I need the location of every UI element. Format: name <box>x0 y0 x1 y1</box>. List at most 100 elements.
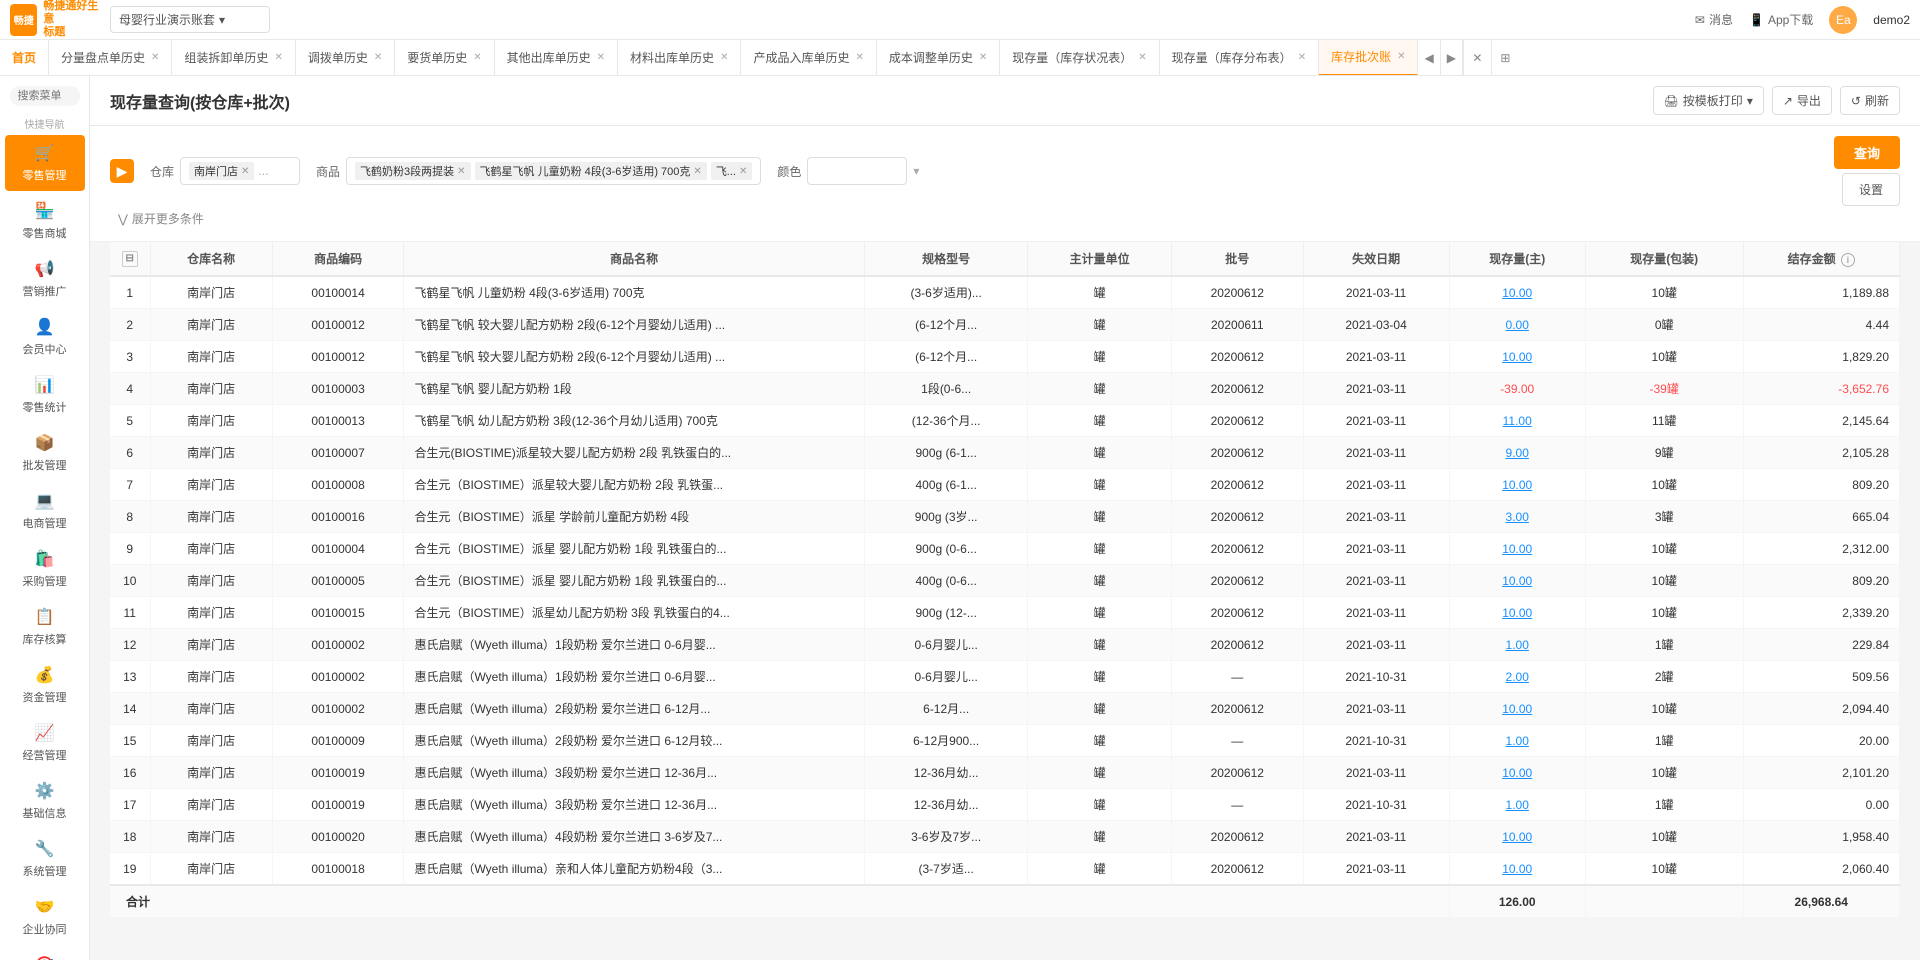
account-selector[interactable]: 母婴行业演示账套 ▾ <box>110 6 270 33</box>
row-expiry: 2021-03-11 <box>1303 853 1449 886</box>
table-row: 15 南岸门店 00100009 惠氏启赋（Wyeth illuma）2段奶粉 … <box>110 725 1900 757</box>
row-qty-main[interactable]: 1.00 <box>1449 629 1585 661</box>
sidebar-item-ji-chu[interactable]: ⚙️ 基础信息 <box>5 773 85 829</box>
sidebar-item-cai-gou[interactable]: 🛍️ 采购管理 <box>5 541 85 597</box>
row-amount: 2,094.40 <box>1743 693 1900 725</box>
app-download-btn[interactable]: 📱 App下载 <box>1749 11 1813 28</box>
tab-close[interactable]: ✕ <box>855 52 863 63</box>
tab-diao-bo[interactable]: 调拨单历史 ✕ <box>296 40 395 76</box>
tab-fen-pan[interactable]: 分量盘点单历史 ✕ <box>49 40 172 76</box>
sidebar-item-xin-shou[interactable]: 🎯 新手引导 <box>5 947 85 960</box>
expand-more-btn[interactable]: ⋁ 展开更多条件 <box>110 206 1900 231</box>
tab-close[interactable]: ✕ <box>151 52 159 63</box>
tab-close[interactable]: ✕ <box>1397 51 1405 62</box>
sidebar-item-dian-shang[interactable]: 💻 电商管理 <box>5 483 85 539</box>
sidebar-item-jing-ying[interactable]: 📈 经营管理 <box>5 715 85 771</box>
tab-close[interactable]: ✕ <box>720 52 728 63</box>
tag-remove[interactable]: ✕ <box>457 166 465 177</box>
row-qty-main[interactable]: 10.00 <box>1449 597 1585 629</box>
row-qty-main[interactable]: 10.00 <box>1449 276 1585 309</box>
row-amount: 2,312.00 <box>1743 533 1900 565</box>
tag-remove[interactable]: ✕ <box>241 166 249 177</box>
sidebar-item-pi-fa[interactable]: 📦 批发管理 <box>5 425 85 481</box>
row-qty-main[interactable]: 10.00 <box>1449 693 1585 725</box>
filter-expand-btn[interactable]: ▶ <box>110 159 134 183</box>
sidebar-item-xi-tong[interactable]: 🔧 系统管理 <box>5 831 85 887</box>
messages-btn[interactable]: ✉ 消息 <box>1695 11 1733 28</box>
sidebar-item-hui-yuan[interactable]: 👤 会员中心 <box>5 309 85 365</box>
row-qty-main[interactable]: 2.00 <box>1449 661 1585 693</box>
tab-close[interactable]: ✕ <box>597 52 605 63</box>
settings-icon[interactable]: ⊟ <box>122 251 138 267</box>
sidebar-item-ling-shou-mall[interactable]: 🏪 零售商城 <box>5 193 85 249</box>
row-unit: 罐 <box>1028 341 1171 373</box>
tag-remove[interactable]: ✕ <box>739 166 747 177</box>
tab-yao-huo[interactable]: 要货单历史 ✕ <box>395 40 494 76</box>
tab-close[interactable]: ✕ <box>374 52 382 63</box>
row-qty-main[interactable]: -39.00 <box>1449 373 1585 405</box>
row-qty-main[interactable]: 1.00 <box>1449 725 1585 757</box>
row-qty-main[interactable]: 10.00 <box>1449 853 1585 886</box>
tag-remove[interactable]: ✕ <box>693 166 701 177</box>
sidebar-item-ling-shou[interactable]: 🛒 零售管理 <box>5 135 85 191</box>
row-name: 合生元（BIOSTIME）派星 学龄前儿童配方奶粉 4段 <box>404 501 864 533</box>
tab-pi-ci[interactable]: 库存批次账 ✕ <box>1319 40 1418 76</box>
tab-close[interactable]: ✕ <box>473 52 481 63</box>
tab-close[interactable]: ✕ <box>1298 52 1306 63</box>
row-no: 3 <box>110 341 150 373</box>
tab-chan-pin-ru[interactable]: 产成品入库单历史 ✕ <box>741 40 876 76</box>
row-qty-main[interactable]: 0.00 <box>1449 309 1585 341</box>
settings-button[interactable]: 设置 <box>1842 173 1900 206</box>
search-input[interactable] <box>10 86 80 106</box>
row-warehouse: 南岸门店 <box>150 533 272 565</box>
tag-text: 南岸门店 <box>194 163 238 179</box>
tab-cai-liao[interactable]: 材料出库单历史 ✕ <box>618 40 741 76</box>
tab-ku-cun-zhuang[interactable]: 现存量（库存状况表） ✕ <box>1000 40 1159 76</box>
row-no: 10 <box>110 565 150 597</box>
product-tags-input[interactable]: 飞鹤奶粉3段两提装 ✕ 飞鹤星飞帆 儿童奶粉 4段(3-6岁适用) 700克 ✕… <box>346 157 761 185</box>
avatar[interactable]: Ea <box>1829 6 1857 34</box>
tab-close[interactable]: ✕ <box>1138 52 1146 63</box>
tab-next-btn[interactable]: ▶ <box>1441 40 1463 76</box>
tab-close[interactable]: ✕ <box>274 52 282 63</box>
row-qty-main[interactable]: 10.00 <box>1449 757 1585 789</box>
row-unit: 罐 <box>1028 789 1171 821</box>
row-name: 合生元（BIOSTIME）派星 婴儿配方奶粉 1段 乳铁蛋白的... <box>404 565 864 597</box>
enterprise-icon: 🤝 <box>35 897 55 917</box>
tab-ku-cun-fen[interactable]: 现存量（库存分布表） ✕ <box>1160 40 1319 76</box>
info-icon[interactable]: i <box>1841 253 1855 267</box>
row-qty-main[interactable]: 9.00 <box>1449 437 1585 469</box>
tab-cheng-ben[interactable]: 成本调整单历史 ✕ <box>877 40 1000 76</box>
tab-zu-chai[interactable]: 组装拆卸单历史 ✕ <box>172 40 295 76</box>
export-button[interactable]: ↗ 导出 <box>1772 86 1832 115</box>
query-button[interactable]: 查询 <box>1834 136 1900 169</box>
row-batch: 20200612 <box>1171 469 1303 501</box>
row-qty-main[interactable]: 10.00 <box>1449 469 1585 501</box>
warehouse-tags-input[interactable]: 南岸门店 ✕ ... <box>180 157 300 185</box>
tab-close-all-btn[interactable]: ✕ <box>1463 40 1491 76</box>
row-qty-main[interactable]: 10.00 <box>1449 533 1585 565</box>
col-settings[interactable]: ⊟ <box>110 242 150 276</box>
row-qty-main[interactable]: 10.00 <box>1449 565 1585 597</box>
tab-close[interactable]: ✕ <box>979 52 987 63</box>
row-qty-main[interactable]: 10.00 <box>1449 341 1585 373</box>
row-qty-main[interactable]: 11.00 <box>1449 405 1585 437</box>
tab-qi-ta-chu[interactable]: 其他出库单历史 ✕ <box>495 40 618 76</box>
row-qty-main[interactable]: 3.00 <box>1449 501 1585 533</box>
sidebar-item-label: 营销推广 <box>23 283 67 299</box>
tab-home[interactable]: 首页 <box>0 40 49 76</box>
tab-prev-btn[interactable]: ◀ <box>1418 40 1440 76</box>
sidebar-item-ku-cun[interactable]: 📋 库存核算 <box>5 599 85 655</box>
refresh-button[interactable]: ↺ 刷新 <box>1840 86 1900 115</box>
color-tags-input[interactable] <box>807 157 907 185</box>
sidebar-item-qi-ye[interactable]: 🤝 企业协同 <box>5 889 85 945</box>
row-qty-main[interactable]: 1.00 <box>1449 789 1585 821</box>
sidebar-item-zi-jin[interactable]: 💰 资金管理 <box>5 657 85 713</box>
row-qty-main[interactable]: 10.00 <box>1449 821 1585 853</box>
app-label: App下载 <box>1768 11 1813 28</box>
retail-icon: 🛒 <box>35 143 55 163</box>
sidebar-item-ying-xiao[interactable]: 📢 营销推广 <box>5 251 85 307</box>
tab-menu-btn[interactable]: ⊞ <box>1491 40 1519 76</box>
sidebar-item-ling-shou-stat[interactable]: 📊 零售统计 <box>5 367 85 423</box>
print-button[interactable]: 🖨 按模板打印 ▾ <box>1653 86 1764 115</box>
